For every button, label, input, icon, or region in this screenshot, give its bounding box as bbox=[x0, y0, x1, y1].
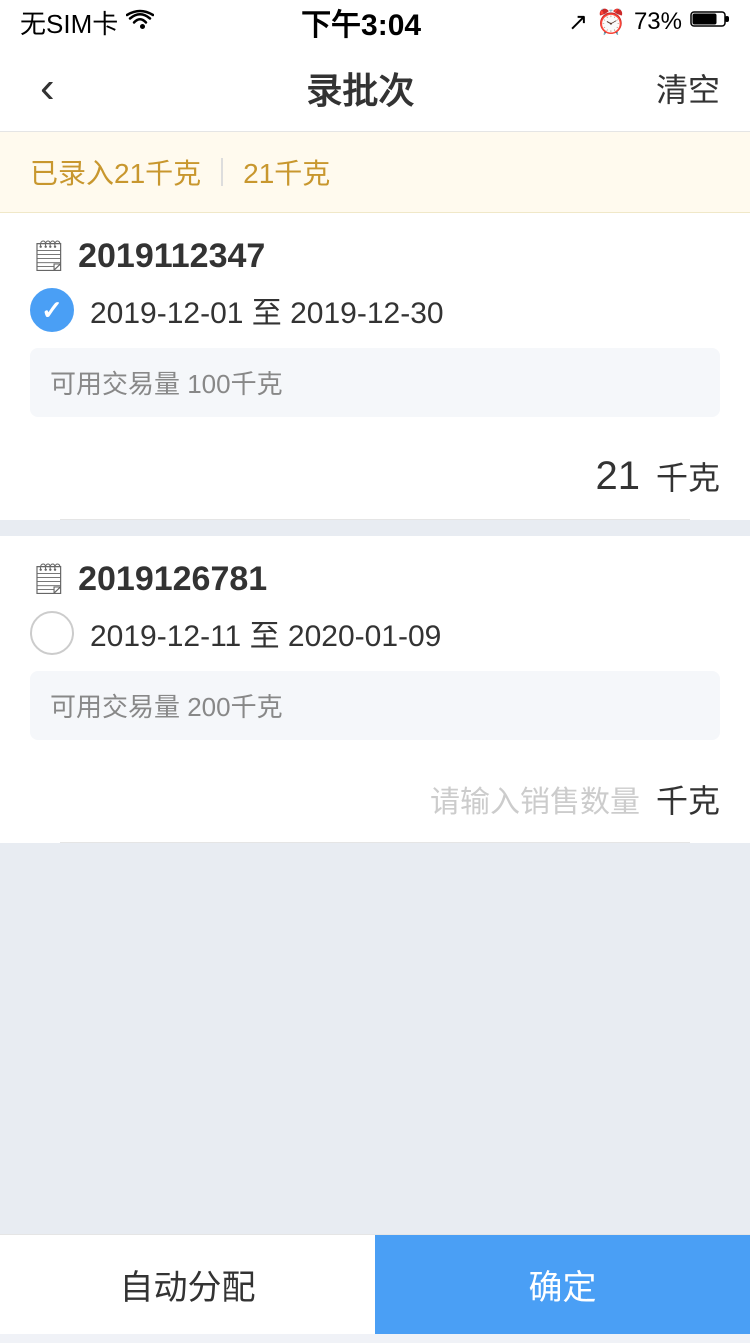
nav-bar: ‹ 录批次 清空 bbox=[0, 44, 750, 132]
batch-header-2: 🗒 2019126781 bbox=[30, 560, 720, 599]
status-right: ↗ ⏰ 73% bbox=[568, 8, 730, 37]
batch-header-1: 🗒 2019112347 bbox=[30, 237, 720, 276]
recorded-label: 已录入21千克 bbox=[30, 152, 201, 192]
status-bar: 无SIM卡 下午3:04 ↗ ⏰ 73% bbox=[0, 0, 750, 44]
batch-unit-2: 千克 bbox=[656, 776, 720, 822]
batch-amount-row-1: 千克 bbox=[30, 437, 720, 519]
batch-doc-icon-2: 🗒 bbox=[30, 562, 68, 597]
info-divider bbox=[221, 158, 223, 186]
page-title: 录批次 bbox=[306, 62, 414, 114]
info-banner: 已录入21千克 21千克 bbox=[0, 132, 750, 213]
batch-amount-row-2: 请输入销售数量 千克 bbox=[30, 760, 720, 842]
status-time: 下午3:04 bbox=[301, 0, 421, 44]
batch-date-1: 2019-12-01 至 2019-12-30 bbox=[90, 288, 444, 332]
batch-date-row-1: 2019-12-01 至 2019-12-30 bbox=[30, 288, 720, 332]
batch-checkbox-1[interactable] bbox=[30, 288, 74, 332]
batch-item-1: 🗒 2019112347 2019-12-01 至 2019-12-30 可用交… bbox=[0, 213, 750, 520]
batch-amount-placeholder-2: 请输入销售数量 bbox=[430, 777, 640, 821]
batch-item-2: 🗒 2019126781 2019-12-11 至 2020-01-09 可用交… bbox=[0, 536, 750, 843]
location-icon: ↗ bbox=[568, 8, 588, 37]
back-button[interactable]: ‹ bbox=[30, 63, 65, 113]
bottom-area bbox=[0, 843, 750, 1243]
batch-available-2: 可用交易量 200千克 bbox=[30, 671, 720, 740]
batch-date-row-2: 2019-12-11 至 2020-01-09 bbox=[30, 611, 720, 655]
battery-label: 73% bbox=[634, 8, 682, 36]
batch-available-1: 可用交易量 100千克 bbox=[30, 348, 720, 417]
batch-date-2: 2019-12-11 至 2020-01-09 bbox=[90, 611, 441, 655]
wifi-icon bbox=[126, 7, 154, 38]
batch-amount-input-1[interactable] bbox=[440, 454, 640, 499]
batch-id-1: 2019112347 bbox=[78, 237, 265, 276]
confirm-button[interactable]: 确定 bbox=[375, 1235, 750, 1334]
batch-doc-icon-1: 🗒 bbox=[30, 239, 68, 274]
info-amount: 21千克 bbox=[243, 152, 330, 192]
footer: 自动分配 确定 bbox=[0, 1234, 750, 1334]
auto-distribute-button[interactable]: 自动分配 bbox=[0, 1235, 375, 1334]
batch-id-2: 2019126781 bbox=[78, 560, 267, 599]
batch-unit-1: 千克 bbox=[656, 453, 720, 499]
batch-checkbox-2[interactable] bbox=[30, 611, 74, 655]
batch-available-text-1: 可用交易量 100千克 bbox=[50, 369, 283, 399]
clear-button[interactable]: 清空 bbox=[656, 65, 720, 111]
alarm-icon: ⏰ bbox=[596, 8, 626, 37]
battery-icon bbox=[690, 8, 730, 36]
status-left: 无SIM卡 bbox=[20, 4, 154, 41]
carrier-label: 无SIM卡 bbox=[20, 4, 118, 41]
batch-section-divider bbox=[0, 520, 750, 536]
batch-available-text-2: 可用交易量 200千克 bbox=[50, 692, 283, 722]
